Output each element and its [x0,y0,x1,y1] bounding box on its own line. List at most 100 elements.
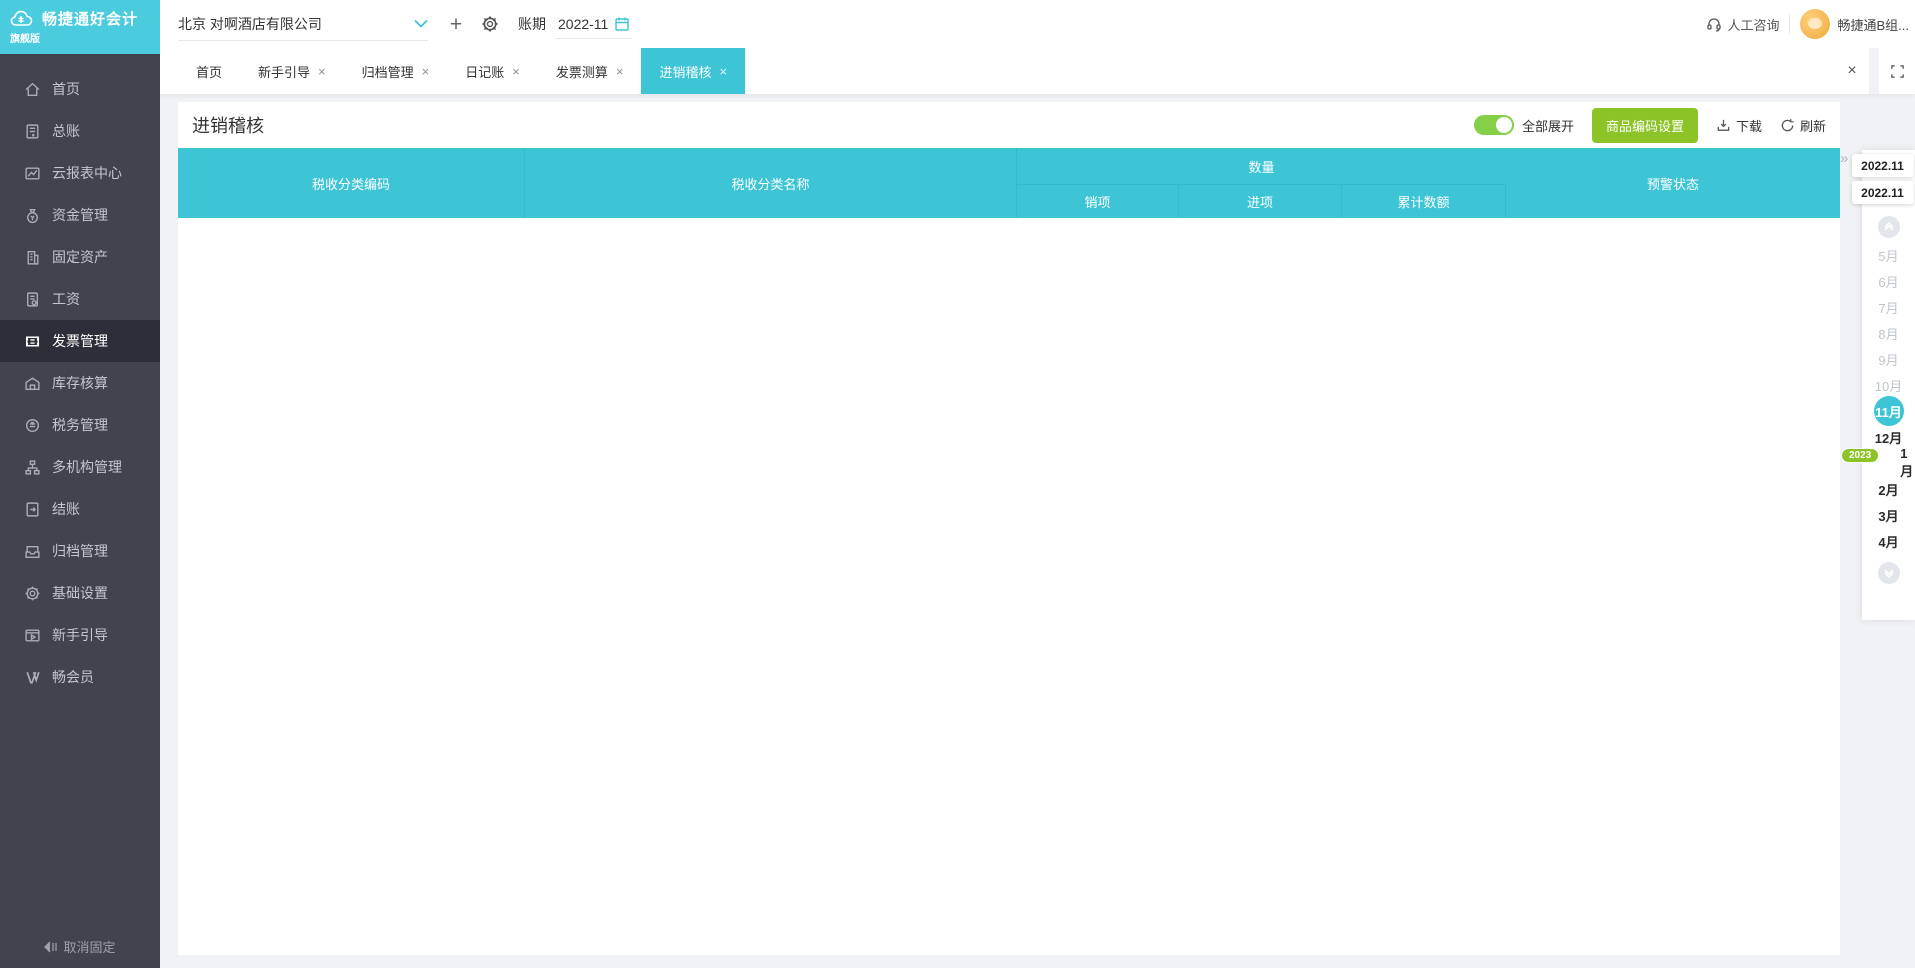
month-item[interactable]: 5月 [1862,242,1915,268]
cloud-logo-icon [10,9,36,29]
sidebar-item-closing[interactable]: 结账 [0,488,160,530]
sidebar-item-cloud-reports[interactable]: 云报表中心 [0,152,160,194]
column-header-warning-status: 预警状态 [1646,176,1699,192]
period-label: 账期 [518,16,546,32]
month-item[interactable]: 6月 [1862,268,1915,294]
chevron-down-icon [414,19,428,28]
sidebar-item-invoice[interactable]: 发票管理 [0,320,160,362]
sidebar-item-fixed-assets[interactable]: 固定资产 [0,236,160,278]
product-code-settings-button[interactable]: 商品编码设置 [1591,107,1698,143]
sidebar-item-label: 总账 [52,123,80,139]
tab-close-icon[interactable]: × [422,64,430,79]
collapse-panel-icon[interactable]: » [1840,150,1848,167]
sidebar-item-funds[interactable]: 资金管理 [0,194,160,236]
month-item[interactable]: 3月 [1862,502,1915,528]
tab-home[interactable]: 首页 [178,48,240,94]
expand-all-toggle[interactable] [1473,115,1514,135]
month-item-selected[interactable]: 11月 [1862,396,1915,426]
open-tabs: 首页 新手引导 × 归档管理 × 日记账 × 发票测算 × 进销稽核 × [160,48,746,94]
fullscreen-icon[interactable] [1879,48,1915,94]
user-name: 畅捷通B组... [1837,17,1909,33]
tab-purchase-sales-audit[interactable]: 进销稽核 × [641,48,746,94]
tab-guide[interactable]: 新手引导 × [240,48,344,94]
brand-name: 畅捷通好会计 [42,11,139,28]
sidebar-item-label: 畅会员 [52,669,94,685]
period-range-start[interactable]: 2022.11 [1851,154,1914,177]
scroll-up-icon[interactable] [1877,216,1900,238]
sidebar-item-multi-org[interactable]: 多机构管理 [0,446,160,488]
tab-journal[interactable]: 日记账 × [447,48,538,94]
brand-logo: 畅捷通好会计 旗舰版 [0,0,160,54]
month-item[interactable]: 9月 [1862,346,1915,372]
scroll-down-icon[interactable] [1877,562,1900,584]
tab-close-icon[interactable]: × [512,64,520,79]
unpin-icon [44,941,58,953]
tab-label: 归档管理 [361,64,414,80]
topbar: 北京 对啊酒店有限公司 + 账期 2022-11 人工咨询 畅捷通B组... [160,0,1915,48]
settings-icon [24,585,41,602]
main-content: 进销稽核 全部展开 商品编码设置 下载 刷新 税收分类编码 税收分类名称 数量 … [160,94,1915,968]
cloud-report-icon [24,165,41,182]
home-icon [24,81,41,98]
invoice-icon [24,333,41,350]
ledger-icon [24,123,41,140]
plus-icon: + [449,12,463,36]
month-item[interactable]: 2023 1月 [1841,446,1915,479]
tabbar: 首页 新手引导 × 归档管理 × 日记账 × 发票测算 × 进销稽核 × × [160,48,1915,94]
sidebar-item-label: 基础设置 [52,585,108,601]
tab-close-icon[interactable]: × [318,64,326,79]
app-window: 畅捷通好会计 旗舰版 首页 总账 云报表中心 资金管理 固定资产 工资 发票管理… [0,0,1915,968]
tab-close-icon[interactable]: × [719,64,727,79]
sidebar-item-tax[interactable]: 税务管理 [0,404,160,446]
sidebar-item-guide[interactable]: 新手引导 [0,614,160,656]
divider [1789,15,1791,33]
sidebar-item-archive[interactable]: 归档管理 [0,530,160,572]
period-range-end[interactable]: 2022.11 [1851,181,1914,204]
calendar-icon [614,16,630,32]
unpin-label: 取消固定 [63,940,116,955]
download-button[interactable]: 下载 [1716,116,1762,135]
table-header: 税收分类编码 税收分类名称 数量 销项 进项 累计数额 预警状态 [178,148,1840,218]
brand-edition: 旗舰版 [10,34,40,45]
close-all-tabs-button[interactable]: × [1835,62,1869,80]
sidebar: 畅捷通好会计 旗舰版 首页 总账 云报表中心 资金管理 固定资产 工资 发票管理… [0,0,160,968]
sidebar-item-member[interactable]: 畅会员 [0,656,160,698]
sidebar-item-payroll[interactable]: 工资 [0,278,160,320]
expand-all-label: 全部展开 [1521,118,1574,134]
month-item[interactable]: 8月 [1862,320,1915,346]
refresh-label: 刷新 [1799,118,1826,134]
month-item[interactable]: 7月 [1862,294,1915,320]
avatar [1800,9,1831,39]
tab-close-icon[interactable]: × [616,64,624,79]
period-panel: 2022.11 2022.11 5月 6月 7月 8月 9月 10月 11月 1… [1841,150,1915,620]
sidebar-item-home[interactable]: 首页 [0,68,160,110]
tab-invoice-calc[interactable]: 发票测算 × [538,48,642,94]
tab-label: 进销稽核 [659,64,712,80]
sidebar-item-label: 工资 [52,291,80,307]
download-icon [1716,118,1731,133]
tab-archive[interactable]: 归档管理 × [344,48,448,94]
month-item[interactable]: 4月 [1862,528,1915,554]
user-menu[interactable]: 畅捷通B组... [1800,9,1909,39]
closing-icon [24,501,41,518]
sidebar-item-settings[interactable]: 基础设置 [0,572,160,614]
column-header-quantity-group: 数量 [1017,148,1506,185]
sidebar-item-general-ledger[interactable]: 总账 [0,110,160,152]
refresh-button[interactable]: 刷新 [1780,116,1826,135]
sidebar-item-label: 税务管理 [52,417,108,433]
sidebar-item-inventory[interactable]: 库存核算 [0,362,160,404]
month-item[interactable]: 10月 [1862,372,1915,398]
support-button[interactable]: 人工咨询 [1706,15,1779,34]
column-header-tax-code: 税收分类编码 [178,148,525,218]
sidebar-item-label: 发票管理 [52,333,108,349]
unpin-sidebar-button[interactable]: 取消固定 [0,937,160,956]
company-selector[interactable]: 北京 对啊酒店有限公司 [178,8,428,41]
audit-card: 进销稽核 全部展开 商品编码设置 下载 刷新 税收分类编码 税收分类名称 数量 … [178,102,1840,955]
account-settings-button[interactable] [476,10,504,38]
period-picker[interactable]: 2022-11 [556,10,633,39]
column-header-tax-name: 税收分类名称 [525,148,1017,218]
gear-icon [481,15,499,33]
sidebar-item-label: 固定资产 [52,249,108,265]
page-title: 进销稽核 [192,116,264,136]
add-company-button[interactable]: + [442,10,470,38]
